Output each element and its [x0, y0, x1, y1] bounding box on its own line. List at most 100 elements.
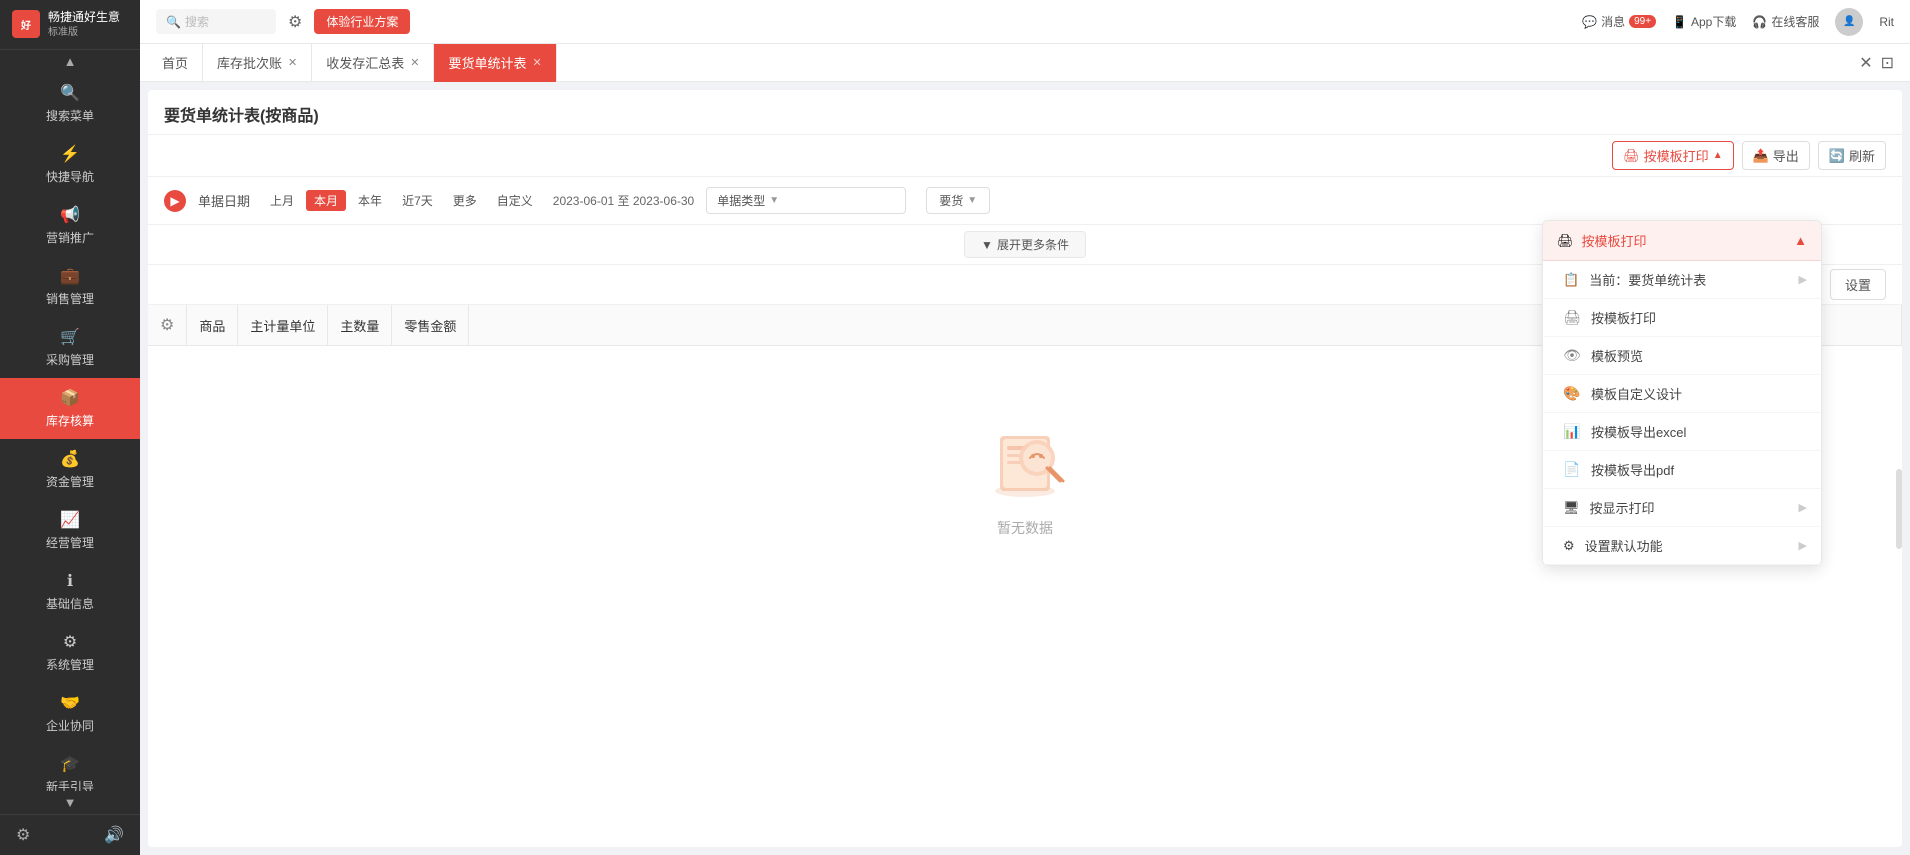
- refresh-icon: 🔄: [1829, 148, 1845, 164]
- select-arrow-icon: ▼: [769, 195, 779, 206]
- page-title: 要货单统计表(按商品): [164, 102, 1886, 126]
- date-tab-last-month[interactable]: 上月: [262, 190, 302, 211]
- set-default-arrow: ▶: [1799, 539, 1807, 552]
- sidebar-item-finance[interactable]: 💰 资金管理: [0, 439, 140, 500]
- inventory-icon: 📦: [60, 388, 80, 408]
- sidebar-bottom: ⚙ 🔊: [0, 814, 140, 855]
- refresh-btn[interactable]: 🔄 刷新: [1818, 141, 1886, 170]
- sidebar-item-quicknav[interactable]: ⚡ 快捷导航: [0, 134, 140, 195]
- th-amount: 零售金额: [392, 305, 469, 346]
- avatar[interactable]: 👤: [1835, 8, 1863, 36]
- tab-order-stats[interactable]: 要货单统计表 ✕: [434, 44, 556, 82]
- settings-icon[interactable]: ⚙: [288, 12, 302, 32]
- date-tab-this-month[interactable]: 本月: [306, 190, 346, 211]
- current-template-arrow: ▶: [1799, 273, 1807, 286]
- sales-icon: 💼: [60, 266, 80, 286]
- topbar-search[interactable]: 🔍 搜索: [156, 9, 276, 34]
- display-print-arrow: ▶: [1799, 501, 1807, 514]
- tab-summary[interactable]: 收发存汇总表 ✕: [312, 44, 434, 82]
- sidebar-item-enterprise[interactable]: 🤝 企业协同: [0, 683, 140, 744]
- sidebar-item-operations[interactable]: 📈 经营管理: [0, 500, 140, 561]
- purchase-icon: 🛒: [60, 327, 80, 347]
- order-type-select[interactable]: 单据类型 ▼: [706, 187, 906, 214]
- close-tab-batch[interactable]: ✕: [288, 56, 297, 69]
- avatar-icon: 👤: [1843, 16, 1855, 27]
- settings-button[interactable]: 设置: [1830, 269, 1886, 300]
- dropdown-header-left: 🖨 按模板打印: [1557, 231, 1647, 250]
- date-tab-more[interactable]: 更多: [445, 190, 485, 211]
- print-template-icon: 🖨: [1563, 309, 1581, 326]
- dropdown-export-pdf[interactable]: 📄 按模板导出pdf: [1543, 451, 1821, 489]
- current-template-icon: 📋: [1563, 272, 1579, 288]
- sidebar-item-purchase[interactable]: 🛒 采购管理: [0, 317, 140, 378]
- enterprise-icon: 🤝: [60, 693, 80, 713]
- expand-arrow-icon: ▼: [981, 238, 993, 252]
- scrollbar-indicator[interactable]: [1896, 469, 1902, 549]
- th-unit: 主计量单位: [238, 305, 328, 346]
- print-template-btn[interactable]: 🖨 按模板打印 ▲: [1612, 141, 1733, 170]
- online-service-action[interactable]: 🎧 在线客服: [1752, 13, 1819, 30]
- th-settings[interactable]: ⚙: [148, 305, 187, 346]
- date-tab-this-year[interactable]: 本年: [350, 190, 390, 211]
- set-default-icon: ⚙: [1563, 538, 1575, 554]
- messages-action[interactable]: 💬 消息 99+: [1582, 13, 1656, 30]
- dropdown-collapse-arrow[interactable]: ▲: [1794, 233, 1807, 248]
- tab-batch[interactable]: 库存批次账 ✕: [203, 44, 312, 82]
- sidebar-item-system[interactable]: ⚙ 系统管理: [0, 622, 140, 683]
- dropdown-set-default[interactable]: ⚙ 设置默认功能 ▶: [1543, 527, 1821, 565]
- logo: 好 畅捷通好生意 标准版: [0, 0, 140, 50]
- page-content: 要货单统计表(按商品) 🖨 按模板打印 ▲ 📤 导出 🔄 刷新: [148, 90, 1902, 847]
- dropdown-current-template[interactable]: 📋 当前：要货单统计表 ▶: [1543, 261, 1821, 299]
- tab-home[interactable]: 首页: [148, 44, 203, 82]
- date-tab-custom[interactable]: 自定义: [489, 190, 541, 211]
- dropdown-print-icon: 🖨: [1557, 233, 1574, 249]
- export-icon: 📤: [1753, 148, 1769, 164]
- close-tab-summary[interactable]: ✕: [410, 56, 419, 69]
- dropdown-preview[interactable]: 👁 模板预览: [1543, 337, 1821, 375]
- empty-icon: [975, 406, 1075, 506]
- date-tab-7days[interactable]: 近7天: [394, 190, 441, 211]
- sidebar-item-marketing[interactable]: 📢 营销推广: [0, 195, 140, 256]
- sidebar-item-basic[interactable]: ℹ 基础信息: [0, 561, 140, 622]
- close-all-tabs-btn[interactable]: ✕: [1859, 53, 1872, 73]
- display-print-icon: 🖥: [1563, 500, 1580, 516]
- th-quantity: 主数量: [328, 305, 392, 346]
- sidebar-scroll-up[interactable]: ▲: [0, 50, 140, 73]
- main-area: 🔍 搜索 ⚙ 体验行业方案 💬 消息 99+ 📱 App下载 🎧 在线客服 👤: [140, 0, 1910, 855]
- expand-tabs-btn[interactable]: ⊡: [1881, 53, 1894, 73]
- column-settings-icon[interactable]: ⚙: [160, 317, 174, 334]
- dropdown-print-template[interactable]: 🖨 按模板打印: [1543, 299, 1821, 337]
- operations-icon: 📈: [60, 510, 80, 530]
- design-icon: 🎨: [1563, 385, 1581, 402]
- preview-icon: 👁: [1563, 347, 1581, 364]
- print-dropdown-menu: 🖨 按模板打印 ▲ 📋 当前：要货单统计表 ▶ 🖨 按模板打印 👁 模板预览: [1542, 220, 1822, 566]
- sidebar-item-search[interactable]: 🔍 搜索菜单: [0, 73, 140, 134]
- volume-icon[interactable]: 🔊: [104, 825, 124, 845]
- filter-label-type: 要货: [939, 192, 963, 209]
- sidebar-item-guide[interactable]: 🎓 新手引导: [0, 744, 140, 791]
- dropdown-display-print[interactable]: 🖥 按显示打印 ▶: [1543, 489, 1821, 527]
- sidebar-item-inventory[interactable]: 📦 库存核算: [0, 378, 140, 439]
- yaohuodan-type-filter[interactable]: 要货 ▼: [926, 187, 990, 214]
- app-download-action[interactable]: 📱 App下载: [1672, 13, 1736, 30]
- download-icon: 📱: [1672, 15, 1687, 29]
- filter-expand-btn[interactable]: ▶: [164, 190, 186, 212]
- logo-text: 畅捷通好生意 标准版: [48, 10, 120, 39]
- print-icon: 🖨: [1623, 148, 1640, 164]
- settings-bottom-icon[interactable]: ⚙: [16, 825, 30, 845]
- sidebar-scroll-down[interactable]: ▼: [0, 791, 140, 814]
- sidebar-item-sales[interactable]: 💼 销售管理: [0, 256, 140, 317]
- trial-button[interactable]: 体验行业方案: [314, 9, 410, 34]
- logo-icon: 好: [12, 10, 40, 38]
- dropdown-custom-design[interactable]: 🎨 模板自定义设计: [1543, 375, 1821, 413]
- basic-icon: ℹ: [67, 571, 73, 591]
- print-dropdown-arrow[interactable]: ▲: [1713, 150, 1723, 161]
- filter-bar: ▶ 单据日期 上月 本月 本年 近7天 更多 自定义 2023-06-01 至 …: [148, 177, 1902, 225]
- topbar: 🔍 搜索 ⚙ 体验行业方案 💬 消息 99+ 📱 App下载 🎧 在线客服 👤: [140, 0, 1910, 44]
- export-btn[interactable]: 📤 导出: [1742, 141, 1810, 170]
- dropdown-export-excel[interactable]: 📊 按模板导出excel: [1543, 413, 1821, 451]
- date-label: 单据日期: [198, 191, 250, 210]
- close-tab-order-stats[interactable]: ✕: [533, 56, 542, 69]
- service-icon: 🎧: [1752, 15, 1767, 29]
- expand-conditions-btn[interactable]: ▼ 展开更多条件: [964, 231, 1086, 258]
